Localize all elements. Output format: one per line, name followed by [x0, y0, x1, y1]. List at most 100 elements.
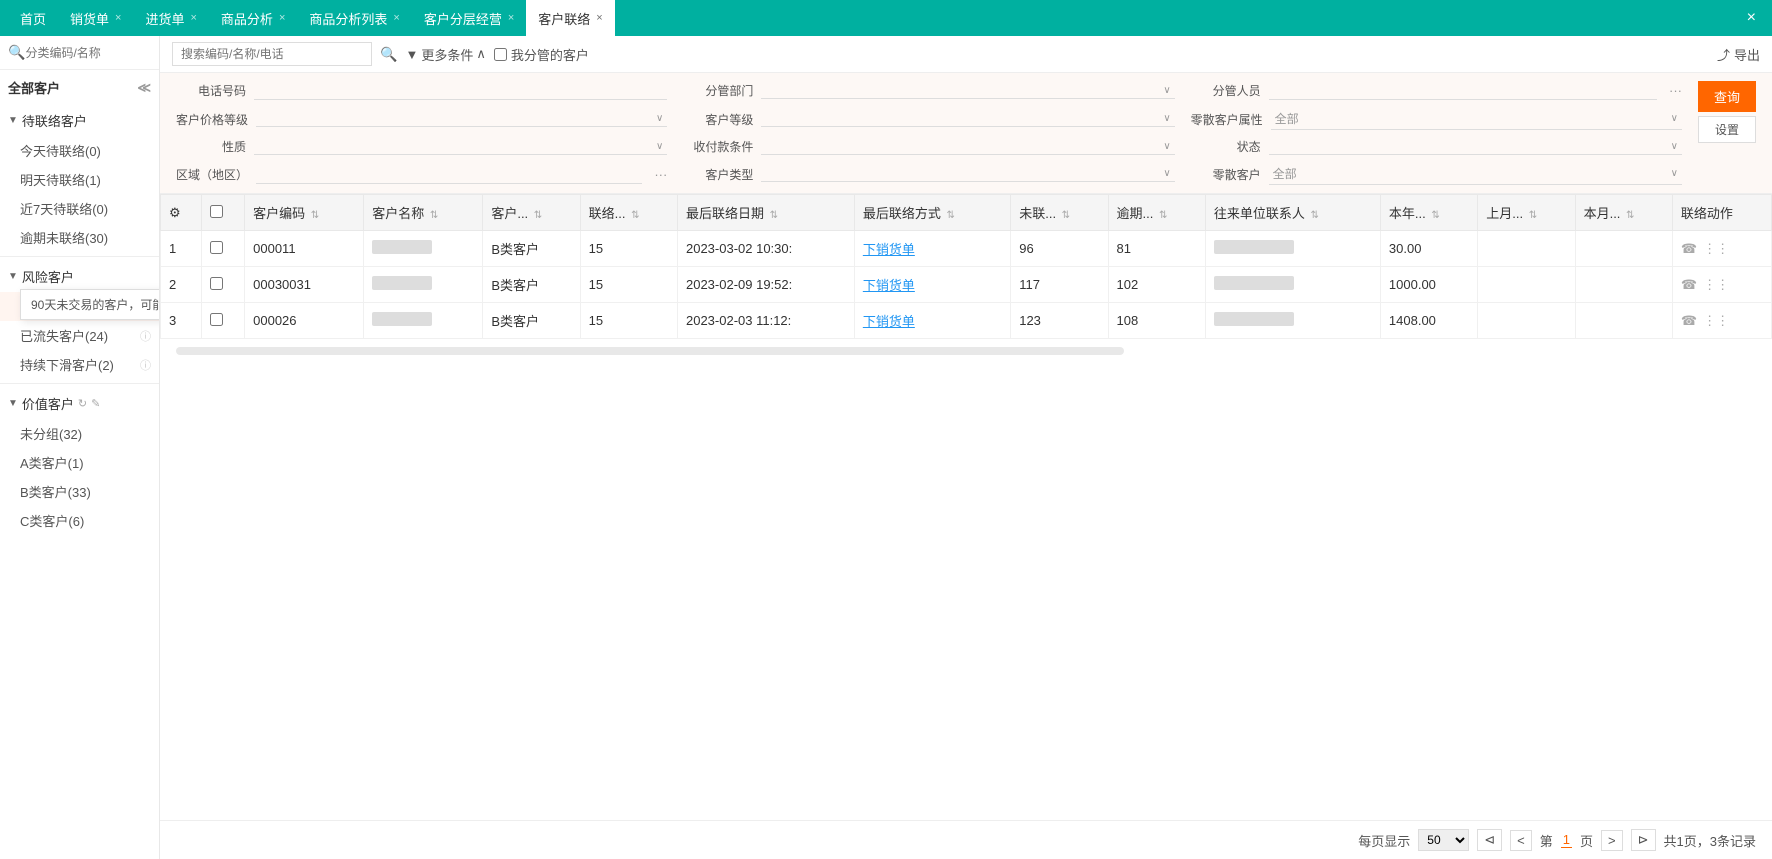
sidebar-item-class-a[interactable]: A类客户(1): [0, 448, 159, 477]
manager-input[interactable]: [1269, 81, 1657, 100]
sidebar-item-today-contact[interactable]: 今天待联络(0): [0, 136, 159, 165]
close-analysis-tab-icon[interactable]: ×: [279, 12, 285, 24]
retail-attr-select[interactable]: 全部 ∨: [1271, 108, 1682, 130]
region-input[interactable]: [256, 165, 642, 184]
top-nav: 首页 销货单 × 进货单 × 商品分析 × 商品分析列表 × 客户分层经营 × …: [0, 0, 1772, 36]
main-search-input[interactable]: [172, 42, 372, 66]
next-page-button[interactable]: >: [1601, 830, 1623, 851]
sidebar-item-class-c[interactable]: C类客户(6): [0, 506, 159, 535]
value-customers-edit-icon[interactable]: ✎: [91, 397, 100, 410]
status-select[interactable]: ∨: [1269, 139, 1682, 155]
row-checkbox-2[interactable]: [202, 267, 245, 303]
customer-level-select[interactable]: ∨: [761, 111, 1174, 127]
col-overdue[interactable]: 逾期... ⇅: [1108, 195, 1205, 231]
row-index-2: 2: [161, 267, 202, 303]
phone-input[interactable]: [254, 81, 667, 100]
col-last-contact-method[interactable]: 最后联络方式 ⇅: [854, 195, 1010, 231]
more-conditions-button[interactable]: ▼ 更多条件 ∧: [405, 45, 485, 64]
col-gear[interactable]: ⚙: [161, 195, 202, 231]
row-last-method-3[interactable]: 下销货单: [854, 303, 1010, 339]
my-customers-checkbox[interactable]: [494, 48, 507, 61]
nav-tab-sales[interactable]: 销货单 ×: [58, 0, 133, 36]
nature-select[interactable]: ∨: [254, 139, 667, 155]
row-last-method-2[interactable]: 下销货单: [854, 267, 1010, 303]
col-this-year[interactable]: 本年... ⇅: [1380, 195, 1477, 231]
close-sales-tab-icon[interactable]: ×: [115, 12, 121, 24]
table-row: 3 000026 B类客户 15 2023-02-03 11:12: 下销货单 …: [161, 303, 1772, 339]
last-page-button[interactable]: ⊳: [1631, 829, 1656, 851]
pagination-bar: 每页显示 50 100 200 ⊲ < 第 1 页 > ⊳ 共1页，3条记录: [160, 820, 1772, 859]
more-icon-3[interactable]: ⋮⋮: [1703, 313, 1729, 329]
retail-customer-select[interactable]: 全部 ∨: [1269, 163, 1682, 185]
col-no-contact[interactable]: 未联... ⇅: [1011, 195, 1108, 231]
contact-icon-3[interactable]: ☎: [1681, 313, 1697, 329]
close-customer-layer-tab-icon[interactable]: ×: [508, 12, 514, 24]
dept-select[interactable]: ∨: [761, 83, 1174, 99]
col-type[interactable]: 客户... ⇅: [483, 195, 580, 231]
export-button[interactable]: ⤴ 导出: [1717, 45, 1760, 64]
sidebar-group-risk-customers[interactable]: ▼ 风险客户 90天未交易的客户，可能有流失风险。: [0, 261, 159, 292]
nav-tab-analysis[interactable]: 商品分析 ×: [209, 0, 297, 36]
sidebar-search-input[interactable]: [25, 46, 160, 60]
sidebar-item-lost-customers[interactable]: 已流失客户(24) ⓘ: [0, 321, 159, 350]
manager-dots-icon[interactable]: ···: [1669, 83, 1682, 98]
sidebar-item-class-b[interactable]: B类客户(33): [0, 477, 159, 506]
sidebar: 🔍 全部客户 ≪ ▼ 待联络客户 今天待联络(0) 明天待联络(1) 近7天待联…: [0, 36, 160, 859]
nav-tab-purchase[interactable]: 进货单 ×: [133, 0, 208, 36]
filter-label-region: 区域（地区）: [176, 166, 248, 183]
per-page-select[interactable]: 50 100 200: [1418, 829, 1469, 851]
value-customers-refresh-icon[interactable]: ↻: [78, 397, 87, 410]
col-contact[interactable]: 联络... ⇅: [580, 195, 677, 231]
sidebar-collapse-icon[interactable]: ≪: [137, 80, 151, 96]
filter-row-4: 区域（地区） ··· 客户类型 ∨ 零散客户: [176, 163, 1682, 185]
filter-bar: 🔍 ▼ 更多条件 ∧ 我分管的客户 ⤴ 导出: [160, 36, 1772, 73]
sidebar-group-pending-contact[interactable]: ▼ 待联络客户: [0, 105, 159, 136]
main-search-button[interactable]: 🔍: [380, 46, 397, 63]
sidebar-group-value-customers[interactable]: ▼ 价值客户 ↻ ✎: [0, 388, 159, 419]
contact-icon-2[interactable]: ☎: [1681, 277, 1697, 293]
more-icon-1[interactable]: ⋮⋮: [1703, 241, 1729, 257]
nav-tab-home[interactable]: 首页: [8, 0, 58, 36]
customer-type-select[interactable]: ∨: [761, 166, 1174, 182]
region-dots-icon[interactable]: ···: [654, 167, 667, 182]
col-this-month[interactable]: 本月... ⇅: [1575, 195, 1672, 231]
col-last-month[interactable]: 上月... ⇅: [1478, 195, 1575, 231]
col-name[interactable]: 客户名称 ⇅: [364, 195, 483, 231]
sidebar-item-overdue-contact[interactable]: 逾期未联络(30): [0, 223, 159, 252]
my-customers-checkbox-label[interactable]: 我分管的客户: [494, 45, 589, 64]
close-window-button[interactable]: ×: [1739, 9, 1764, 27]
nav-tab-customer-layer[interactable]: 客户分层经营 ×: [412, 0, 526, 36]
sidebar-item-ungrouped[interactable]: 未分组(32): [0, 419, 159, 448]
close-purchase-tab-icon[interactable]: ×: [190, 12, 196, 24]
prev-page-button[interactable]: <: [1510, 830, 1532, 851]
row-code-3: 000026: [245, 303, 364, 339]
col-last-contact-date[interactable]: 最后联络日期 ⇅: [677, 195, 854, 231]
sidebar-item-7days-contact[interactable]: 近7天待联络(0): [0, 194, 159, 223]
nav-tab-analysis-list[interactable]: 商品分析列表 ×: [297, 0, 411, 36]
more-icon-2[interactable]: ⋮⋮: [1703, 277, 1729, 293]
sidebar-item-declining-customers[interactable]: 持续下滑客户(2) ⓘ: [0, 350, 159, 379]
main-layout: 🔍 全部客户 ≪ ▼ 待联络客户 今天待联络(0) 明天待联络(1) 近7天待联…: [0, 36, 1772, 859]
row-unit-contact-2: [1205, 267, 1380, 303]
row-last-method-1[interactable]: 下销货单: [854, 231, 1010, 267]
close-analysis-list-tab-icon[interactable]: ×: [393, 12, 399, 24]
col-unit-contact[interactable]: 往来单位联系人 ⇅: [1205, 195, 1380, 231]
col-code[interactable]: 客户编码 ⇅: [245, 195, 364, 231]
row-no-contact-3: 123: [1011, 303, 1108, 339]
contact-icon-1[interactable]: ☎: [1681, 241, 1697, 257]
query-button[interactable]: 查询: [1698, 81, 1756, 112]
sidebar-item-tomorrow-contact[interactable]: 明天待联络(1): [0, 165, 159, 194]
first-page-button[interactable]: ⊲: [1477, 829, 1502, 851]
price-level-select[interactable]: ∨: [256, 111, 667, 127]
settings-button[interactable]: 设置: [1698, 116, 1756, 143]
close-customer-contact-tab-icon[interactable]: ×: [596, 12, 602, 24]
payment-select[interactable]: ∨: [761, 139, 1174, 155]
horizontal-scrollbar[interactable]: [176, 347, 1124, 355]
row-checkbox-3[interactable]: [202, 303, 245, 339]
select-all-checkbox[interactable]: [210, 205, 223, 218]
nav-tab-customer-contact[interactable]: 客户联络 ×: [526, 0, 614, 36]
row-this-year-2: 1000.00: [1380, 267, 1477, 303]
row-checkbox-1[interactable]: [202, 231, 245, 267]
col-checkbox[interactable]: [202, 195, 245, 231]
filter-field-manager: 分管人员 ···: [1191, 81, 1682, 100]
